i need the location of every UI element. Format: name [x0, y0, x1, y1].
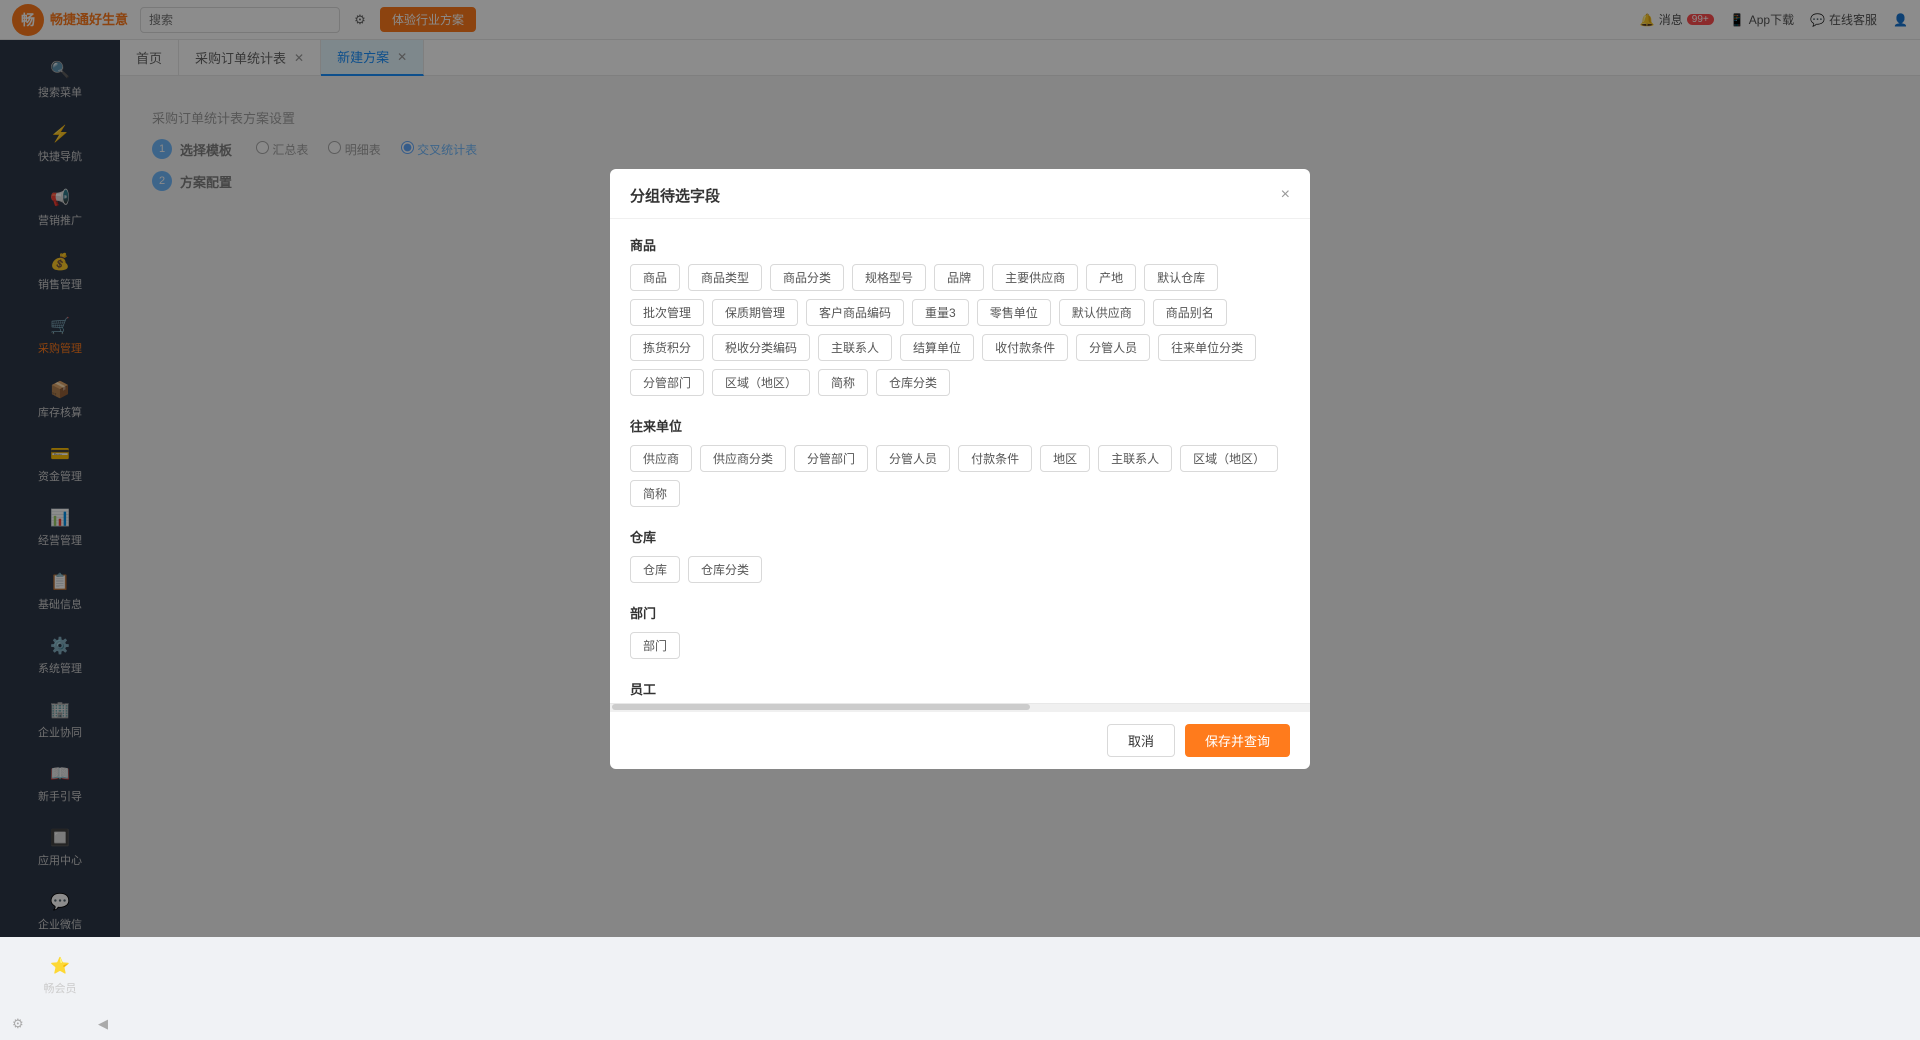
field-tag[interactable]: 仓库分类	[876, 369, 950, 396]
field-tag[interactable]: 产地	[1086, 264, 1136, 291]
field-tag[interactable]: 仓库分类	[688, 556, 762, 583]
field-tag[interactable]: 供应商	[630, 445, 692, 472]
field-tag[interactable]: 主要供应商	[992, 264, 1078, 291]
field-tag[interactable]: 区域（地区）	[712, 369, 810, 396]
field-tag[interactable]: 简称	[818, 369, 868, 396]
section-department: 部门 部门	[630, 603, 1290, 659]
modal-footer: 取消 保存并查询	[610, 711, 1310, 769]
section-product: 商品 商品 商品类型 商品分类 规格型号 品牌 主要供应商 产地 默认仓库 批次…	[630, 235, 1290, 396]
modal-horizontal-scrollbar[interactable]	[610, 703, 1310, 710]
field-tag[interactable]: 主联系人	[1098, 445, 1172, 472]
field-tag[interactable]: 规格型号	[852, 264, 926, 291]
section-employee: 员工 业务员	[630, 679, 1290, 704]
field-tag[interactable]: 主联系人	[818, 334, 892, 361]
field-tag[interactable]: 部门	[630, 632, 680, 659]
modal-hscroll-thumb	[612, 704, 1030, 710]
vip-icon: ⭐	[50, 956, 70, 976]
field-tag[interactable]: 往来单位分类	[1158, 334, 1256, 361]
department-fields: 部门	[630, 632, 1290, 659]
field-tag[interactable]: 保质期管理	[712, 299, 798, 326]
field-tag[interactable]: 默认供应商	[1059, 299, 1145, 326]
field-tag[interactable]: 税收分类编码	[712, 334, 810, 361]
field-tag[interactable]: 区域（地区）	[1180, 445, 1278, 472]
modal-backdrop: 分组待选字段 × 商品 商品 商品类型 商品分类 规格型号	[120, 76, 1920, 937]
section-product-title: 商品	[630, 235, 1290, 254]
field-tag[interactable]: 收付款条件	[982, 334, 1068, 361]
settings-icon[interactable]: ⚙	[12, 1016, 24, 1032]
field-tag[interactable]: 零售单位	[977, 299, 1051, 326]
modal-header: 分组待选字段 ×	[610, 169, 1310, 219]
sidebar-item-vip[interactable]: ⭐ 畅会员	[6, 946, 114, 1006]
section-employee-title: 员工	[630, 679, 1290, 698]
field-tag[interactable]: 默认仓库	[1144, 264, 1218, 291]
product-fields: 商品 商品类型 商品分类 规格型号 品牌 主要供应商 产地 默认仓库 批次管理 …	[630, 264, 1290, 396]
section-warehouse: 仓库 仓库 仓库分类	[630, 527, 1290, 583]
field-tag[interactable]: 供应商分类	[700, 445, 786, 472]
field-tag[interactable]: 商品别名	[1153, 299, 1227, 326]
cancel-button[interactable]: 取消	[1107, 724, 1175, 757]
field-tag[interactable]: 地区	[1040, 445, 1090, 472]
field-tag[interactable]: 分管人员	[1076, 334, 1150, 361]
content-area: 首页 采购订单统计表 ✕ 新建方案 ✕ 采购订单统计表方案设置 1 选择模板 汇	[120, 40, 1920, 937]
field-tag[interactable]: 客户商品编码	[806, 299, 904, 326]
modal-title: 分组待选字段	[630, 185, 720, 206]
field-tag[interactable]: 付款条件	[958, 445, 1032, 472]
section-department-title: 部门	[630, 603, 1290, 622]
page-content: 采购订单统计表方案设置 1 选择模板 汇总表 明细表 交叉统计表	[120, 76, 1920, 937]
field-tag[interactable]: 商品	[630, 264, 680, 291]
field-tag[interactable]: 重量3	[912, 299, 969, 326]
sidebar-item-label: 畅会员	[44, 980, 77, 996]
section-warehouse-title: 仓库	[630, 527, 1290, 546]
modal-close-button[interactable]: ×	[1281, 186, 1290, 204]
save-button[interactable]: 保存并查询	[1185, 724, 1290, 757]
field-tag[interactable]: 批次管理	[630, 299, 704, 326]
field-tag[interactable]: 拣货积分	[630, 334, 704, 361]
field-tag[interactable]: 仓库	[630, 556, 680, 583]
section-counterpart-title: 往来单位	[630, 416, 1290, 435]
field-select-modal: 分组待选字段 × 商品 商品 商品类型 商品分类 规格型号	[610, 169, 1310, 769]
field-tag[interactable]: 商品分类	[770, 264, 844, 291]
field-tag[interactable]: 品牌	[934, 264, 984, 291]
field-tag[interactable]: 分管部门	[630, 369, 704, 396]
collapse-icon[interactable]: ◀	[98, 1016, 108, 1032]
warehouse-fields: 仓库 仓库分类	[630, 556, 1290, 583]
counterpart-fields: 供应商 供应商分类 分管部门 分管人员 付款条件 地区 主联系人 区域（地区） …	[630, 445, 1290, 507]
main-layout: 🔍 搜索菜单 ⚡ 快捷导航 📢 营销推广 💰 销售管理 🛒 采购管理 📦 库存核…	[0, 40, 1920, 937]
modal-body: 商品 商品 商品类型 商品分类 规格型号 品牌 主要供应商 产地 默认仓库 批次…	[610, 219, 1310, 704]
field-tag[interactable]: 分管部门	[794, 445, 868, 472]
field-tag[interactable]: 结算单位	[900, 334, 974, 361]
field-tag[interactable]: 分管人员	[876, 445, 950, 472]
field-tag[interactable]: 商品类型	[688, 264, 762, 291]
section-counterpart: 往来单位 供应商 供应商分类 分管部门 分管人员 付款条件 地区 主联系人 区域…	[630, 416, 1290, 507]
sidebar-bottom: ⚙ ◀	[0, 1008, 120, 1040]
field-tag[interactable]: 简称	[630, 480, 680, 507]
